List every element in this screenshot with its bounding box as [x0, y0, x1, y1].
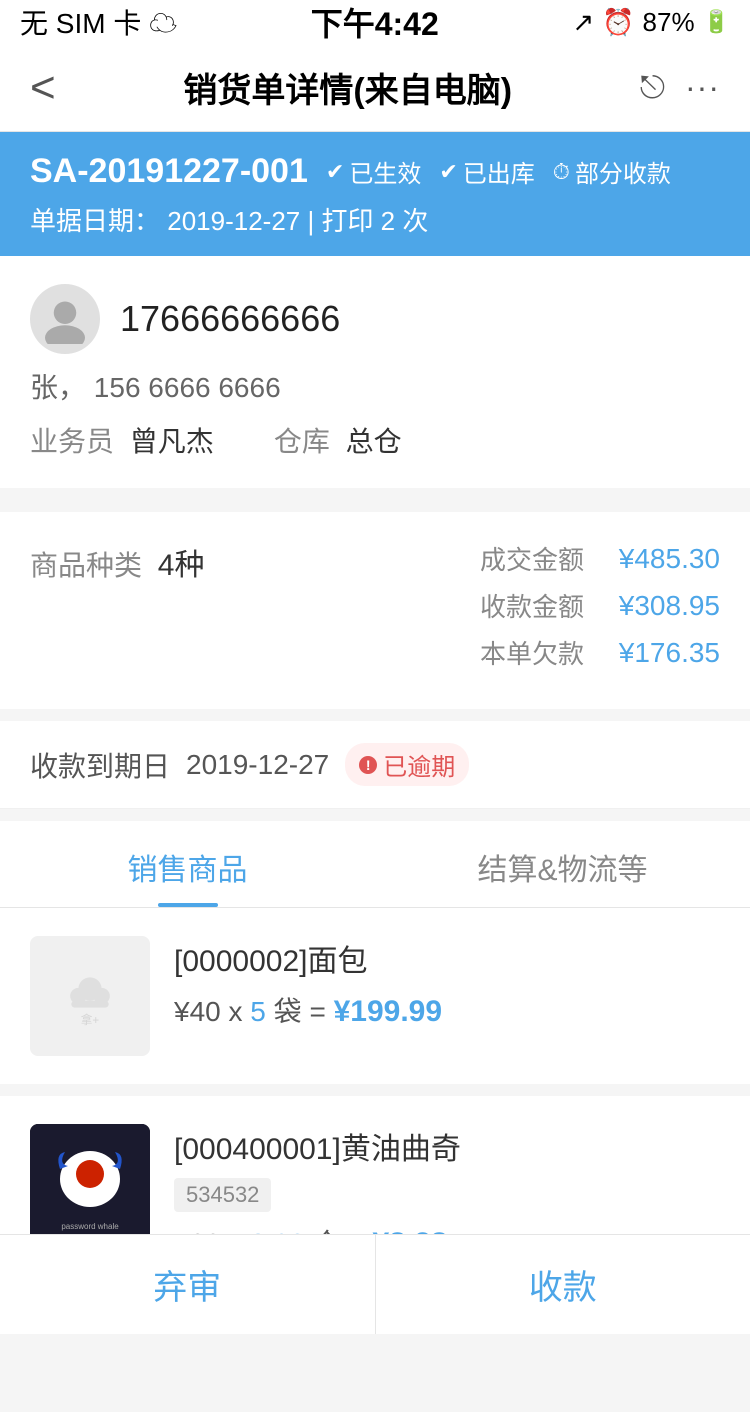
price-eq-1: = — [309, 996, 333, 1027]
svg-text:拿+: 拿+ — [81, 1013, 100, 1027]
order-id: SA-20191227-001 — [30, 152, 308, 191]
date-value: 2019-12-27 — [167, 206, 300, 236]
avatar — [30, 284, 100, 354]
page-title: 销货单详情(来自电脑) — [183, 63, 512, 112]
nav-bar: < 销货单详情(来自电脑) ⎋ ··· — [0, 44, 750, 132]
battery-icon: 🔋 — [703, 9, 730, 35]
overdue-badge: ! 已逾期 — [345, 743, 469, 786]
customer-name: 张 — [30, 372, 58, 403]
staff-label: 业务员 — [30, 426, 114, 457]
qty-unit-1: 袋 — [274, 996, 302, 1027]
status-bar: 无 SIM 卡 ☁ 下午4:42 ↗ ⏰ 87% 🔋 — [0, 0, 750, 44]
product-info-1: [0000002]面包 ¥40 x 5 袋 = ¥199.99 — [174, 936, 720, 1030]
customer-name-phone: 张， 156 6666 6666 — [30, 366, 720, 406]
badge-effective: ✔ 已生效 — [326, 154, 421, 189]
abandon-button[interactable]: 弃审 — [0, 1235, 376, 1334]
product-name-2: [000400001]黄油曲奇 — [174, 1124, 720, 1168]
customer-section: 17666666666 张， 156 6666 6666 业务员 曾凡杰 仓库 … — [0, 256, 750, 488]
total-1: ¥199.99 — [334, 995, 442, 1028]
qty-1: 5 — [250, 996, 266, 1027]
overdue-text: 已逾期 — [383, 747, 455, 782]
collect-button[interactable]: 收款 — [376, 1235, 750, 1334]
list-item: 拿+ [0000002]面包 ¥40 x 5 袋 = ¥199.99 — [0, 908, 750, 1084]
collect-label: 收款金额 — [480, 587, 584, 624]
share-icon[interactable]: ⎋ — [640, 69, 665, 107]
summary-section: 商品种类 4种 成交金额 ¥485.30 收款金额 ¥308.95 本单欠款 ¥… — [0, 512, 750, 709]
staff-value: 曾凡杰 — [130, 426, 214, 457]
check-icon-2: ✔ — [439, 159, 457, 185]
due-label: 收款到期日 — [30, 745, 170, 785]
tab-settlement-label: 结算&物流等 — [477, 854, 647, 887]
badge-shipped: ✔ 已出库 — [439, 154, 534, 189]
category-value: 4种 — [158, 549, 205, 582]
bottom-bar: 弃审 收款 — [0, 1234, 750, 1334]
battery-text: 87% — [643, 7, 695, 38]
header-banner: SA-20191227-001 ✔ 已生效 ✔ 已出库 ⏱ 部分收款 单据日期：… — [0, 132, 750, 256]
owe-value: ¥176.35 — [600, 637, 720, 669]
divider-1 — [0, 500, 750, 512]
warehouse-value: 总仓 — [346, 426, 402, 457]
status-time: 下午4:42 — [311, 0, 439, 45]
warehouse-info: 仓库 总仓 — [274, 420, 402, 460]
overdue-icon: ! — [359, 756, 377, 774]
back-button[interactable]: < — [30, 63, 56, 113]
status-left: 无 SIM 卡 ☁ — [20, 2, 177, 42]
deal-value: ¥485.30 — [600, 543, 720, 575]
badge-partial: ⏱ 部分收款 — [553, 154, 671, 189]
alarm-icon: ⏰ — [602, 7, 634, 38]
signal-text: 无 SIM 卡 ☁ — [20, 2, 177, 42]
price-x-1: x — [229, 996, 251, 1027]
badge-effective-text: 已生效 — [349, 154, 421, 189]
banner-date-row: 单据日期： 2019-12-27 | 打印 2 次 — [30, 201, 720, 238]
customer-meta: 业务员 曾凡杰 仓库 总仓 — [30, 420, 720, 460]
check-icon-1: ✔ — [326, 159, 344, 185]
nav-right: ⎋ ··· — [640, 69, 720, 107]
warehouse-label: 仓库 — [274, 426, 330, 457]
product-thumb-1: 拿+ — [30, 936, 150, 1056]
category-label: 商品种类 — [30, 550, 142, 581]
product-thumb-2: password whale — [30, 1124, 150, 1244]
divider-2 — [0, 809, 750, 821]
customer-top: 17666666666 — [30, 284, 720, 354]
status-right: ↗ ⏰ 87% 🔋 — [572, 7, 730, 38]
summary-left: 商品种类 4种 — [30, 540, 204, 681]
owe-label: 本单欠款 — [480, 634, 584, 671]
svg-text:password whale: password whale — [61, 1222, 119, 1231]
location-icon: ↗ — [572, 7, 594, 38]
deal-label: 成交金额 — [480, 540, 584, 577]
due-date: 2019-12-27 — [186, 749, 329, 781]
product-name-1: [0000002]面包 — [174, 936, 720, 980]
customer-id: 17666666666 — [120, 298, 340, 340]
tab-products[interactable]: 销售商品 — [0, 821, 375, 907]
tab-settlement[interactable]: 结算&物流等 — [375, 821, 750, 907]
more-icon[interactable]: ··· — [685, 69, 720, 106]
nav-left: < — [30, 63, 56, 113]
product-price-1: ¥40 x 5 袋 = ¥199.99 — [174, 990, 720, 1030]
summary-row-deal: 成交金额 ¥485.30 — [480, 540, 720, 577]
badge-partial-text: 部分收款 — [575, 154, 671, 189]
tabs-bar: 销售商品 结算&物流等 — [0, 821, 750, 908]
staff-info: 业务员 曾凡杰 — [30, 420, 214, 460]
date-label: 单据日期： — [30, 206, 160, 236]
badge-shipped-text: 已出库 — [463, 154, 535, 189]
collect-value: ¥308.95 — [600, 590, 720, 622]
print-text: | 打印 2 次 — [307, 206, 428, 236]
summary-row-owe: 本单欠款 ¥176.35 — [480, 634, 720, 671]
clock-icon: ⏱ — [553, 159, 570, 185]
product-list: 拿+ [0000002]面包 ¥40 x 5 袋 = ¥199.99 — [0, 908, 750, 1412]
due-section: 收款到期日 2019-12-27 ! 已逾期 — [0, 721, 750, 809]
customer-phone: 156 6666 6666 — [94, 372, 281, 403]
tab-products-label: 销售商品 — [128, 854, 248, 887]
summary-row-collect: 收款金额 ¥308.95 — [480, 587, 720, 624]
product-sku-2: 534532 — [174, 1178, 271, 1212]
collect-label: 收款 — [529, 1260, 597, 1309]
banner-row1: SA-20191227-001 ✔ 已生效 ✔ 已出库 ⏱ 部分收款 — [30, 152, 720, 191]
abandon-label: 弃审 — [153, 1260, 221, 1309]
summary-right: 成交金额 ¥485.30 收款金额 ¥308.95 本单欠款 ¥176.35 — [480, 540, 720, 681]
price-unit-1: ¥40 — [174, 996, 221, 1027]
